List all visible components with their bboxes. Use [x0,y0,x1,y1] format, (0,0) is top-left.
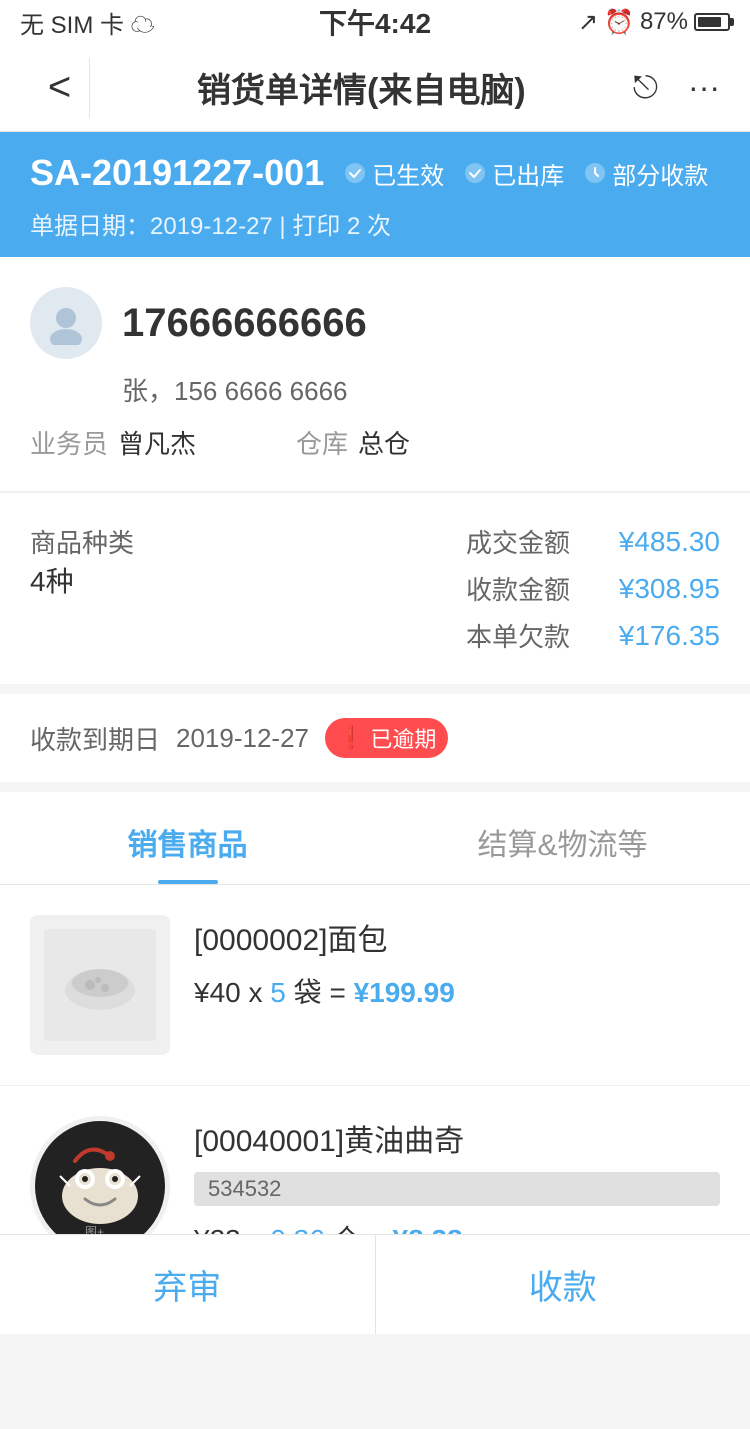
customer-info-row: 业务员 曾凡杰 仓库 总仓 [30,424,720,461]
sales-rep-value: 曾凡杰 [118,424,196,461]
tabs-section: 销售商品 结算&物流等 [0,792,750,885]
product-item-bread: [0000002]面包 ¥40 x 5 袋 = ¥199.99 [0,885,750,1086]
received-value: ¥308.95 [600,573,720,605]
sales-rep-item: 业务员 曾凡杰 [30,424,196,461]
bottom-bar: 弃审 收款 [0,1234,750,1334]
alarm-icon: ⏰ [604,8,634,37]
tab-settlement[interactable]: 结算&物流等 [375,792,750,884]
status-effective: 已生效 [344,156,444,191]
customer-id: 17666666666 [122,301,367,346]
page-title: 销货单详情(来自电脑) [197,63,526,112]
nav-bar: < 销货单详情(来自电脑) ⎋ ··· [0,44,750,132]
received-row: 收款金额 ¥308.95 [466,570,720,607]
category-value: 4种 [30,560,134,600]
order-id-text: SA-20191227-001 [30,152,324,194]
collect-payment-button[interactable]: 收款 [376,1235,750,1334]
battery-icon [694,13,730,31]
tab-settlement-label: 结算&物流等 [477,829,647,862]
warehouse-value: 总仓 [358,424,410,461]
category-stats: 商品种类 4种 [30,523,134,600]
header-banner: SA-20191227-001 已生效 已出库 部分收款 单据日期：2019-1… [0,132,750,257]
status-partial: 部分收款 [584,156,708,191]
warehouse-label: 仓库 [296,424,348,461]
due-date-value: 2019-12-27 [176,723,309,754]
avatar-icon [44,301,88,345]
bread-x: x [249,977,271,1008]
more-icon[interactable]: ··· [688,69,720,106]
bread-icon [60,955,140,1015]
header-meta: 单据日期：2019-12-27 | 打印 2 次 [30,206,720,241]
overdue-badge: ❗ 已逾期 [325,718,448,758]
tab-products[interactable]: 销售商品 [0,792,375,884]
product-name-cookie: [00040001]黄油曲奇 [194,1116,720,1160]
status3-label: 部分收款 [612,156,708,191]
product-thumb-bread [30,915,170,1055]
product-price-bread: ¥40 x 5 袋 = ¥199.99 [194,971,720,1011]
status-bar: 无 SIM 卡 ☁ 下午4:42 ↗ ⏰ 87% [0,0,750,44]
status2-label: 已出库 [492,156,564,191]
debt-value: ¥176.35 [600,620,720,652]
bread-placeholder [44,929,156,1041]
product-info-bread: [0000002]面包 ¥40 x 5 袋 = ¥199.99 [194,915,720,1011]
due-date-label: 收款到期日 [30,720,160,757]
amount-label: 成交金额 [466,523,570,560]
location-icon: ↗ [578,8,598,37]
product-tag-cookie: 534532 [194,1172,720,1206]
amount-row: 成交金额 ¥485.30 [466,523,720,560]
cancel-review-button[interactable]: 弃审 [0,1235,376,1334]
status-time: 下午4:42 [319,2,431,42]
status1-label: 已生效 [372,156,444,191]
customer-row: 17666666666 [30,287,720,359]
back-button[interactable]: < [30,58,90,118]
category-label: 商品种类 [30,523,134,560]
debt-row: 本单欠款 ¥176.35 [466,617,720,654]
sales-rep-label: 业务员 [30,424,108,461]
amount-value: ¥485.30 [600,526,720,558]
check-icon-2 [464,162,486,184]
status-right: ↗ ⏰ 87% [578,8,730,37]
bottom-spacer [0,1329,750,1429]
cookie-image: 图+ [35,1121,165,1251]
bread-qty: 5 [270,977,286,1008]
received-label: 收款金额 [466,570,570,607]
bread-unit: 袋 [294,977,322,1008]
tab-products-label: 销售商品 [128,829,248,862]
customer-sub-name: 张，156 6666 6666 [30,371,720,408]
avatar [30,287,102,359]
warning-icon: ❗ [337,725,364,751]
order-id-row: SA-20191227-001 已生效 已出库 部分收款 [30,152,720,194]
status-shipped: 已出库 [464,156,564,191]
bread-eq: = [329,977,353,1008]
overdue-label: 已逾期 [370,722,436,754]
signal-text: 无 SIM 卡 ☁ [20,5,155,40]
battery-text: 87% [640,8,688,36]
debt-label: 本单欠款 [466,617,570,654]
due-date-section: 收款到期日 2019-12-27 ❗ 已逾期 [0,684,750,792]
customer-section: 17666666666 张，156 6666 6666 业务员 曾凡杰 仓库 总… [0,257,750,492]
clock-icon [584,162,606,184]
status-left: 无 SIM 卡 ☁ [20,5,155,40]
product-name-bread: [0000002]面包 [194,915,720,959]
check-icon-1 [344,162,366,184]
bread-total: ¥199.99 [354,977,455,1008]
stats-section: 商品种类 4种 成交金额 ¥485.30 收款金额 ¥308.95 本单欠款 ¥… [0,492,750,684]
warehouse-item: 仓库 总仓 [296,424,410,461]
nav-actions: ⎋ ··· [633,69,720,107]
bread-price: ¥40 [194,977,241,1008]
amount-stats: 成交金额 ¥485.30 收款金额 ¥308.95 本单欠款 ¥176.35 [466,523,720,654]
share-icon[interactable]: ⎋ [633,69,658,107]
